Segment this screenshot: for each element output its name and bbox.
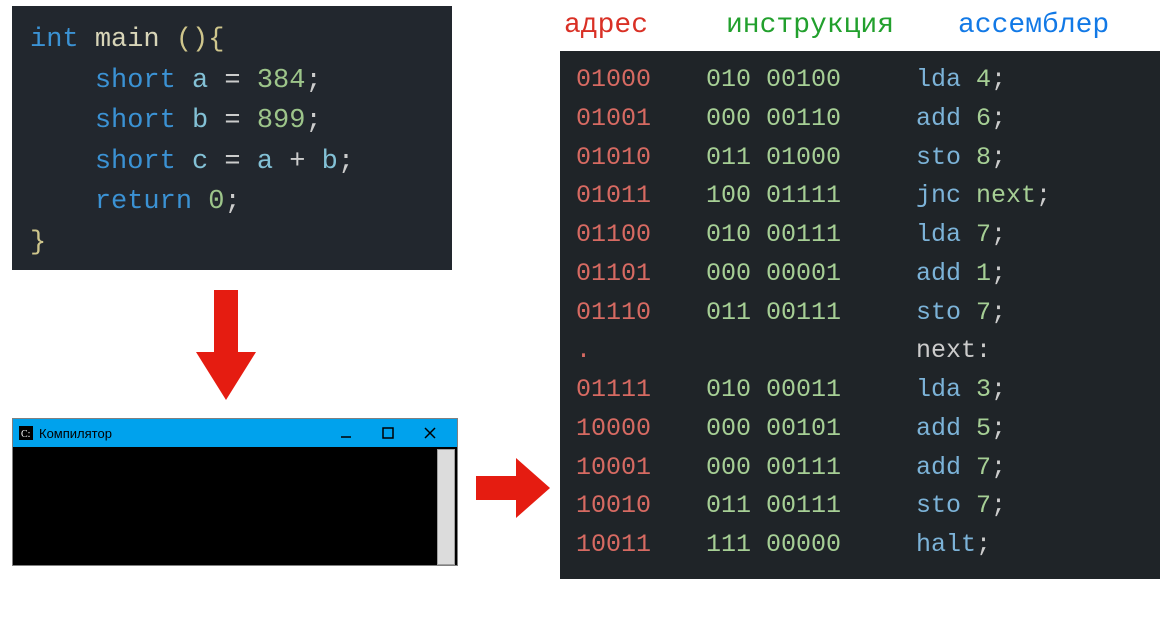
asm-address: 01000	[576, 61, 706, 100]
close-button[interactable]	[409, 419, 451, 447]
asm-mnemonic: lda 4;	[916, 61, 1144, 100]
asm-instruction	[706, 332, 916, 371]
scroll-down-button[interactable]	[440, 548, 454, 562]
assembly-listing: 01000010 00100lda 4;01001000 00110add 6;…	[560, 51, 1160, 579]
scroll-up-button[interactable]	[440, 450, 454, 464]
asm-row: 01101000 00001add 1;	[576, 255, 1144, 294]
app-icon: C:	[19, 426, 33, 440]
code-line: int main (){	[30, 20, 434, 61]
asm-address: .	[576, 332, 706, 371]
header-instruction: инструкция	[726, 10, 946, 41]
asm-address: 10000	[576, 410, 706, 449]
asm-row: 01010011 01000sto 8;	[576, 139, 1144, 178]
asm-row: 10000000 00101add 5;	[576, 410, 1144, 449]
header-assembler: ассемблер	[958, 10, 1156, 41]
header-address: адрес	[564, 10, 714, 41]
asm-mnemonic: jnc next;	[916, 177, 1144, 216]
asm-mnemonic: lda 3;	[916, 371, 1144, 410]
maximize-button[interactable]	[367, 419, 409, 447]
asm-mnemonic: add 6;	[916, 100, 1144, 139]
asm-mnemonic: lda 7;	[916, 216, 1144, 255]
asm-row: . next:	[576, 332, 1144, 371]
asm-address: 01001	[576, 100, 706, 139]
minimize-button[interactable]	[325, 419, 367, 447]
source-code: int main (){ short a = 384; short b = 89…	[12, 6, 452, 270]
asm-address: 01010	[576, 139, 706, 178]
asm-instruction: 010 00111	[706, 216, 916, 255]
asm-instruction: 010 00100	[706, 61, 916, 100]
asm-row: 10011111 00000halt;	[576, 526, 1144, 565]
asm-mnemonic: add 7;	[916, 449, 1144, 488]
asm-address: 10011	[576, 526, 706, 565]
asm-instruction: 000 00111	[706, 449, 916, 488]
asm-instruction: 100 01111	[706, 177, 916, 216]
asm-mnemonic: halt;	[916, 526, 1144, 565]
asm-row: 01011100 01111jnc next;	[576, 177, 1144, 216]
asm-address: 01111	[576, 371, 706, 410]
code-line: }	[30, 223, 434, 264]
asm-instruction: 011 00111	[706, 294, 916, 333]
asm-instruction: 010 00011	[706, 371, 916, 410]
arrow-down-icon	[196, 290, 256, 400]
asm-instruction: 000 00001	[706, 255, 916, 294]
asm-row: 10010011 00111sto 7;	[576, 487, 1144, 526]
asm-row: 01100010 00111lda 7;	[576, 216, 1144, 255]
asm-address: 01101	[576, 255, 706, 294]
asm-instruction: 011 01000	[706, 139, 916, 178]
asm-address: 10001	[576, 449, 706, 488]
asm-row: 01110011 00111sto 7;	[576, 294, 1144, 333]
svg-text:C:: C:	[21, 429, 30, 440]
asm-address: 10010	[576, 487, 706, 526]
asm-row: 01000010 00100lda 4;	[576, 61, 1144, 100]
asm-mnemonic: sto 7;	[916, 294, 1144, 333]
asm-row: 01001000 00110add 6;	[576, 100, 1144, 139]
asm-mnemonic: add 1;	[916, 255, 1144, 294]
asm-address: 01100	[576, 216, 706, 255]
asm-column-headers: адрес инструкция ассемблер	[560, 10, 1160, 51]
code-line: short b = 899;	[30, 101, 434, 142]
compiler-window: C: Компилятор	[12, 418, 458, 566]
asm-row: 10001000 00111add 7;	[576, 449, 1144, 488]
asm-instruction: 000 00110	[706, 100, 916, 139]
code-line: short c = a + b;	[30, 142, 434, 183]
compiler-title-text: Компилятор	[39, 426, 325, 441]
asm-address: 01011	[576, 177, 706, 216]
compiler-titlebar: C: Компилятор	[13, 419, 457, 447]
asm-mnemonic: add 5;	[916, 410, 1144, 449]
asm-row: 01111010 00011lda 3;	[576, 371, 1144, 410]
arrow-right-icon	[476, 458, 550, 518]
asm-instruction: 111 00000	[706, 526, 916, 565]
asm-address: 01110	[576, 294, 706, 333]
code-line: return 0;	[30, 182, 434, 223]
asm-mnemonic: sto 8;	[916, 139, 1144, 178]
compiler-output-area	[13, 447, 457, 565]
code-line: short a = 384;	[30, 61, 434, 102]
asm-mnemonic: sto 7;	[916, 487, 1144, 526]
asm-mnemonic: next:	[916, 332, 1144, 371]
asm-instruction: 000 00101	[706, 410, 916, 449]
asm-instruction: 011 00111	[706, 487, 916, 526]
